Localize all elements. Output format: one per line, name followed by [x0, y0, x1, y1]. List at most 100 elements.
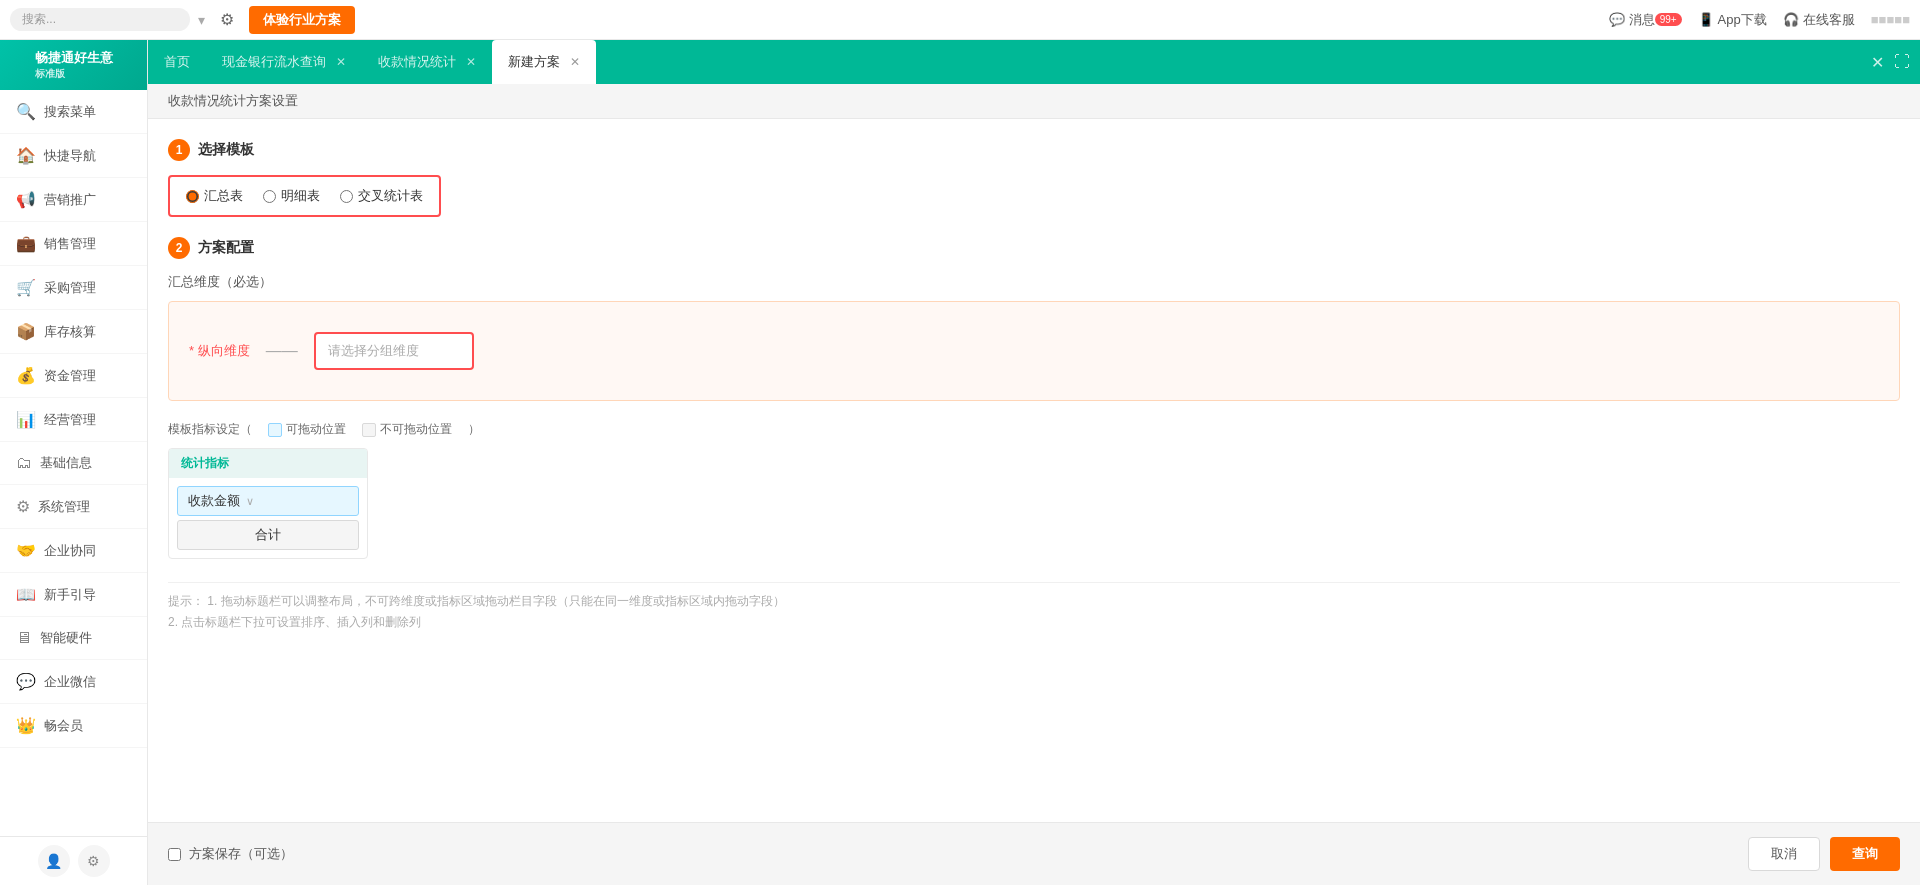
- sidebar-bottom-icon2[interactable]: ⚙: [78, 845, 110, 877]
- sidebar-label-wechat: 企业微信: [44, 673, 96, 691]
- metric-chip-amount-label: 收款金额: [188, 492, 240, 510]
- save-checkbox[interactable]: [168, 848, 181, 861]
- sidebar-item-home[interactable]: 🏠 快捷导航: [0, 134, 147, 178]
- wechat-icon: 💬: [16, 672, 36, 691]
- tab-close-window-icon[interactable]: ✕: [1871, 53, 1884, 72]
- trial-industry-button[interactable]: 体验行业方案: [249, 6, 355, 34]
- tab-bank-flow-label: 现金银行流水查询: [222, 53, 326, 71]
- marketing-icon: 📢: [16, 190, 36, 209]
- step2-label: 2 方案配置: [168, 237, 1900, 259]
- template-cross-input[interactable]: [340, 190, 353, 203]
- metrics-setting-title: 模板指标设定（: [168, 421, 252, 438]
- dimension-select[interactable]: 请选择分组维度: [314, 332, 474, 370]
- sidebar-item-basics[interactable]: 🗂 基础信息: [0, 442, 147, 485]
- tab-receipt-stats-close-icon[interactable]: ✕: [466, 55, 476, 69]
- top-header: 搜索... ▾ ⚙ 体验行业方案 💬 消息 99+ 📱 App下载 🎧 在线客服…: [0, 0, 1920, 40]
- purchase-icon: 🛒: [16, 278, 36, 297]
- step1-title: 选择模板: [198, 141, 254, 159]
- sidebar-label-marketing: 营销推广: [44, 191, 96, 209]
- sidebar-label-system: 系统管理: [38, 498, 90, 516]
- sidebar-item-system[interactable]: ⚙ 系统管理: [0, 485, 147, 529]
- sidebar-item-inventory[interactable]: 📦 库存核算: [0, 310, 147, 354]
- metric-static-total: 合计: [177, 520, 359, 550]
- sidebar-label-finance: 资金管理: [44, 367, 96, 385]
- tab-home-label: 首页: [164, 53, 190, 71]
- metric-chip-amount[interactable]: 收款金额 ∨: [177, 486, 359, 516]
- page-title-bar: 收款情况统计方案设置: [148, 84, 1920, 119]
- dim-arrow-icon: ——: [266, 342, 298, 360]
- sidebar-item-wechat[interactable]: 💬 企业微信: [0, 660, 147, 704]
- tab-new-plan-close-icon[interactable]: ✕: [570, 55, 580, 69]
- draggable-legend-box: [268, 423, 282, 437]
- sidebar-label-corp-collab: 企业协同: [44, 542, 96, 560]
- metric-chip-arrow-icon: ∨: [246, 495, 254, 508]
- metrics-container: 统计指标 收款金额 ∨ 合计: [168, 448, 368, 559]
- sidebar-item-membership[interactable]: 👑 畅会员: [0, 704, 147, 748]
- sidebar-item-marketing[interactable]: 📢 营销推广: [0, 178, 147, 222]
- tab-bar: 首页 现金银行流水查询 ✕ 收款情况统计 ✕ 新建方案 ✕ ✕ ⛶: [148, 40, 1920, 84]
- sidebar-item-search[interactable]: 🔍 搜索菜单: [0, 90, 147, 134]
- right-tools: 💬 消息 99+ 📱 App下载 🎧 在线客服 ■■■■■: [1609, 11, 1910, 29]
- sidebar-item-purchase[interactable]: 🛒 采购管理: [0, 266, 147, 310]
- search-menu-icon: 🔍: [16, 102, 36, 121]
- online-support-tool[interactable]: 🎧 在线客服: [1783, 11, 1855, 29]
- step2-section: 2 方案配置 汇总维度（必选） * 纵向维度 ——: [168, 237, 1900, 645]
- query-button[interactable]: 查询: [1830, 837, 1900, 871]
- metrics-category-header: 统计指标: [169, 449, 367, 478]
- dimension-area: * 纵向维度 —— 请选择分组维度: [168, 301, 1900, 401]
- sidebar-item-finance[interactable]: 💰 资金管理: [0, 354, 147, 398]
- app-container: 畅捷通好生意 标准版 🔍 搜索菜单 🏠 快捷导航 📢 营销推广 💼 销售管理 🛒…: [0, 40, 1920, 885]
- non-draggable-legend-box: [362, 423, 376, 437]
- template-summary-radio[interactable]: 汇总表: [186, 187, 243, 205]
- cancel-button[interactable]: 取消: [1748, 837, 1820, 871]
- tips-section: 提示： 1. 拖动标题栏可以调整布局，不可跨维度或指标区域拖动栏目字段（只能在同…: [168, 582, 1900, 645]
- step2-num: 2: [168, 237, 190, 259]
- template-cross-radio[interactable]: 交叉统计表: [340, 187, 423, 205]
- tab-maximize-icon[interactable]: ⛶: [1894, 53, 1910, 71]
- dimension-placeholder: 请选择分组维度: [328, 343, 419, 358]
- sidebar-item-corp-collab[interactable]: 🤝 企业协同: [0, 529, 147, 573]
- guide-icon: 📖: [16, 585, 36, 604]
- sales-icon: 💼: [16, 234, 36, 253]
- template-detail-input[interactable]: [263, 190, 276, 203]
- tab-bank-flow-close-icon[interactable]: ✕: [336, 55, 346, 69]
- tab-new-plan[interactable]: 新建方案 ✕: [492, 40, 596, 84]
- sidebar-item-smart-hw[interactable]: 🖥 智能硬件: [0, 617, 147, 660]
- inventory-icon: 📦: [16, 322, 36, 341]
- app-download-tool[interactable]: 📱 App下载: [1698, 11, 1767, 29]
- draggable-legend: 可拖动位置: [268, 421, 346, 438]
- tab-actions: ✕ ⛶: [1871, 53, 1920, 72]
- notification-badge: 99+: [1655, 13, 1682, 26]
- finance-icon: 💰: [16, 366, 36, 385]
- form-content: 1 选择模板 汇总表 明细表: [148, 119, 1920, 822]
- sidebar-item-guide[interactable]: 📖 新手引导: [0, 573, 147, 617]
- settings-gear-button[interactable]: ⚙: [213, 6, 241, 34]
- sidebar-label-purchase: 采购管理: [44, 279, 96, 297]
- metrics-chips-area: 收款金额 ∨ 合计: [169, 478, 367, 558]
- template-summary-label: 汇总表: [204, 187, 243, 205]
- metrics-setting-title-suffix: ）: [468, 421, 480, 438]
- tip2: 2. 点击标题栏下拉可设置排序、插入列和删除列: [168, 614, 1900, 631]
- logo-text: 畅捷通好生意: [35, 49, 113, 67]
- sidebar-bottom-icon1[interactable]: 👤: [38, 845, 70, 877]
- notification-tool[interactable]: 💬 消息 99+: [1609, 11, 1682, 29]
- step1-section: 1 选择模板 汇总表 明细表: [168, 139, 1900, 217]
- step1-num: 1: [168, 139, 190, 161]
- logo-sub: 标准版: [35, 67, 113, 81]
- sidebar-label-home: 快捷导航: [44, 147, 96, 165]
- tab-home[interactable]: 首页: [148, 40, 206, 84]
- tab-receipt-stats-label: 收款情况统计: [378, 53, 456, 71]
- summary-dimension-title: 汇总维度（必选）: [168, 273, 1900, 291]
- step1-label: 1 选择模板: [168, 139, 1900, 161]
- main-area: 首页 现金银行流水查询 ✕ 收款情况统计 ✕ 新建方案 ✕ ✕ ⛶ 收: [148, 40, 1920, 885]
- sidebar-bottom: 👤 ⚙: [0, 836, 147, 885]
- template-detail-radio[interactable]: 明细表: [263, 187, 320, 205]
- non-draggable-legend-label: 不可拖动位置: [380, 421, 452, 438]
- tab-receipt-stats[interactable]: 收款情况统计 ✕: [362, 40, 492, 84]
- page-title: 收款情况统计方案设置: [168, 93, 298, 108]
- tab-bank-flow[interactable]: 现金银行流水查询 ✕: [206, 40, 362, 84]
- sidebar-item-sales[interactable]: 💼 销售管理: [0, 222, 147, 266]
- sidebar-item-operations[interactable]: 📊 经营管理: [0, 398, 147, 442]
- global-search[interactable]: 搜索...: [10, 8, 190, 31]
- template-summary-input[interactable]: [186, 190, 199, 203]
